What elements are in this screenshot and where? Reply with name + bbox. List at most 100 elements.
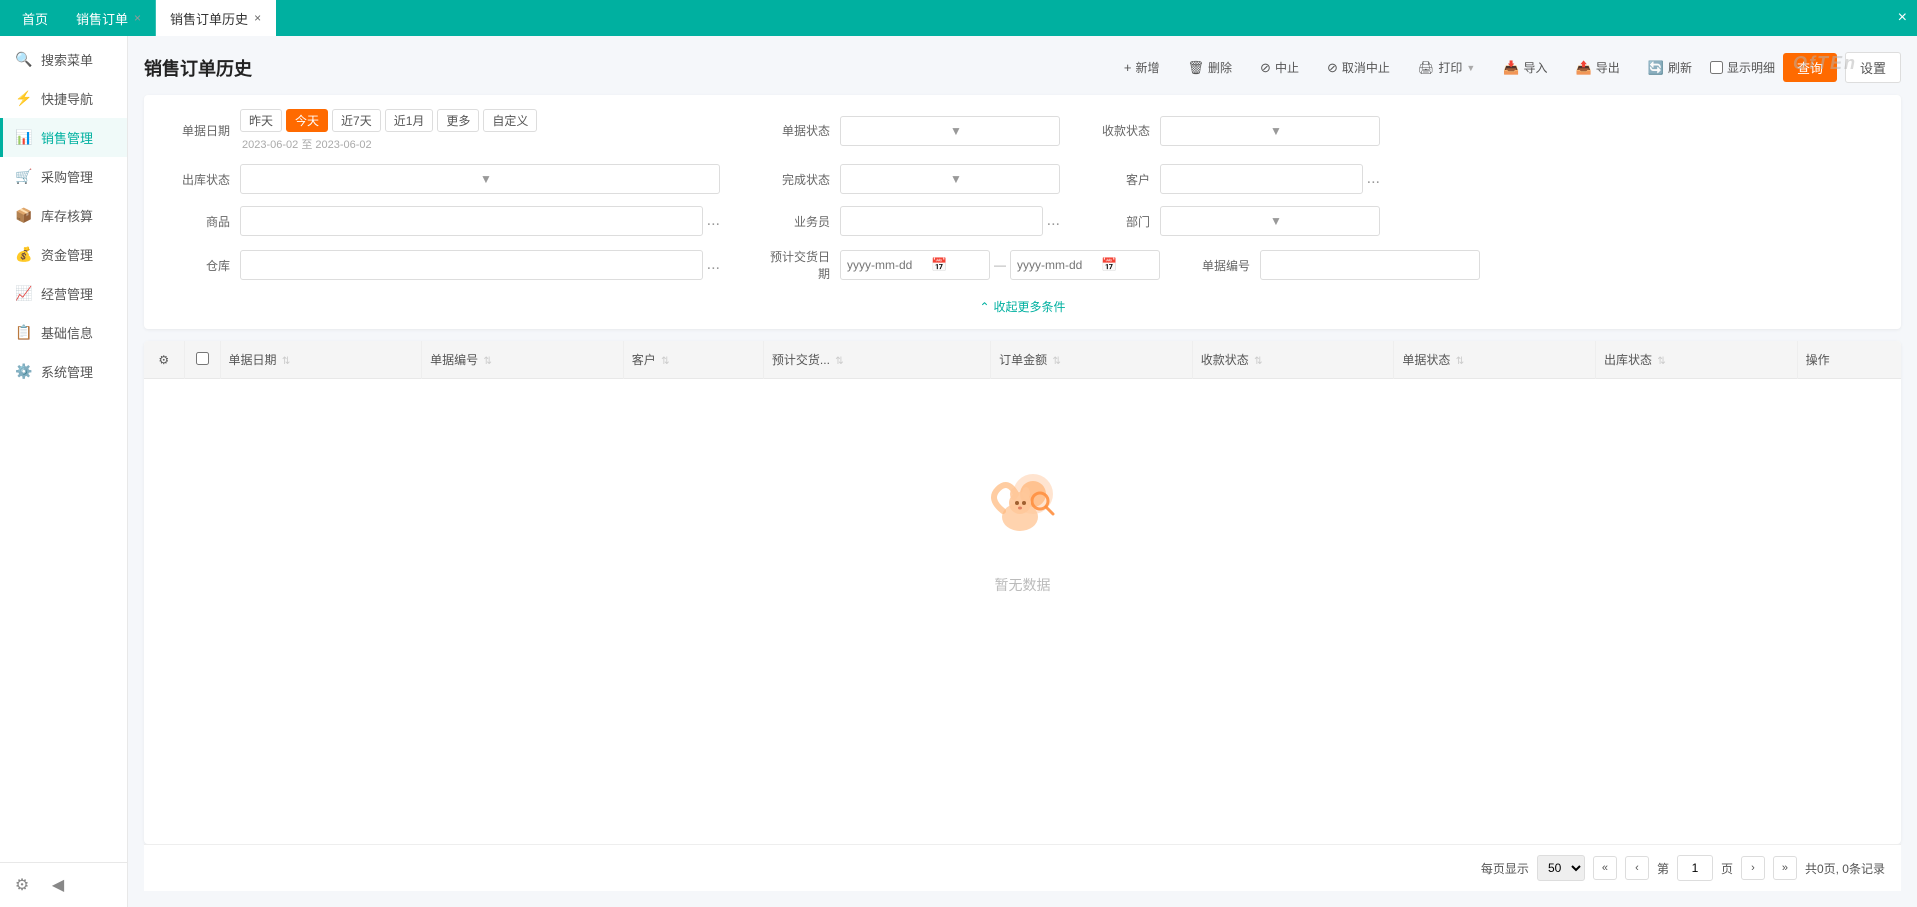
payment-status-sort-icon: ⇅: [1254, 356, 1262, 367]
today-btn[interactable]: 今天: [286, 109, 328, 132]
department-select[interactable]: ▼: [1160, 206, 1380, 236]
print-icon: 🖨: [1418, 60, 1435, 76]
empty-state-cell: 暂无数据: [144, 379, 1901, 676]
import-button[interactable]: 📥 导入: [1493, 54, 1557, 81]
calendar-end-icon: 📅: [1101, 257, 1117, 273]
payment-status-select[interactable]: ▼: [1160, 116, 1380, 146]
window-close-button[interactable]: ×: [1898, 9, 1907, 27]
empty-text: 暂无数据: [995, 575, 1051, 595]
cancel-stop-button[interactable]: ⊘ 取消中止: [1317, 54, 1400, 81]
next-page-button[interactable]: ›: [1741, 856, 1765, 880]
add-button[interactable]: + 新增: [1114, 54, 1170, 81]
tab-sales-order-history[interactable]: 销售订单历史 ×: [156, 0, 276, 36]
warehouse-status-label: 出库状态: [160, 171, 240, 188]
current-page-input[interactable]: [1677, 855, 1713, 881]
page-size-select[interactable]: 50: [1537, 855, 1585, 881]
last7-btn[interactable]: 近7天: [332, 109, 381, 132]
th-checkbox[interactable]: [184, 341, 220, 379]
goods-select[interactable]: [240, 206, 703, 236]
stop-button[interactable]: ⊘ 中止: [1250, 54, 1309, 81]
first-page-button[interactable]: «: [1593, 856, 1617, 880]
data-table-container: ⚙ 单据日期 ⇅ 单据编号 ⇅: [144, 341, 1901, 844]
inventory-icon: 📦: [15, 207, 33, 225]
print-button[interactable]: 🖨 打印 ▼: [1408, 54, 1485, 81]
sidebar-item-search-menu[interactable]: 🔍 搜索菜单: [0, 40, 127, 79]
cancel-stop-icon: ⊘: [1327, 60, 1338, 76]
custom-btn[interactable]: 自定义: [483, 109, 537, 132]
sidebar-item-finance[interactable]: 💰 资金管理: [0, 235, 127, 274]
base-info-icon: 📋: [15, 324, 33, 342]
th-payment-status[interactable]: 收款状态 ⇅: [1192, 341, 1394, 379]
order-status-label: 单据状态: [760, 122, 840, 139]
last-page-button[interactable]: »: [1773, 856, 1797, 880]
empty-illustration: [978, 459, 1068, 549]
calendar-start-icon: 📅: [931, 257, 947, 273]
export-button[interactable]: 📤 导出: [1566, 54, 1630, 81]
settings-button[interactable]: 设置: [1845, 52, 1901, 83]
warehouse-label: 仓库: [160, 257, 240, 274]
order-no-input[interactable]: [1260, 250, 1480, 280]
pagination-bar: 每页显示 50 « ‹ 第 页 › » 共0页, 0条记录: [144, 844, 1901, 891]
th-expected-date[interactable]: 预计交货... ⇅: [763, 341, 990, 379]
settings-icon[interactable]: ⚙: [158, 353, 169, 367]
main-layout: 🔍 搜索菜单 ⚡ 快捷导航 📊 销售管理 🛒 采购管理 📦 库存核算 💰 资金管…: [0, 36, 1917, 907]
expected-date-label: 预计交货日期: [760, 248, 840, 282]
complete-status-select[interactable]: ▼: [840, 164, 1060, 194]
expected-date-end-field[interactable]: [1017, 258, 1097, 272]
collapse-bar[interactable]: ⌃ 收起更多条件: [160, 294, 1885, 315]
complete-status-arrow-icon: ▼: [950, 172, 1051, 186]
sidebar-item-purchase-mgmt[interactable]: 🛒 采购管理: [0, 157, 127, 196]
query-button[interactable]: 查询: [1783, 53, 1837, 82]
tab-sales-order-close[interactable]: ×: [134, 11, 141, 25]
sidebar-collapse-button[interactable]: ◀: [44, 871, 72, 899]
warehouse-status-select[interactable]: ▼: [240, 164, 720, 194]
tab-sales-order[interactable]: 销售订单 ×: [62, 0, 156, 36]
tab-sales-order-history-close[interactable]: ×: [254, 11, 261, 25]
order-status-sort-icon: ⇅: [1456, 356, 1464, 367]
sidebar: 🔍 搜索菜单 ⚡ 快捷导航 📊 销售管理 🛒 采购管理 📦 库存核算 💰 资金管…: [0, 36, 128, 907]
search-menu-icon: 🔍: [15, 51, 33, 69]
tab-home[interactable]: 首页: [8, 9, 62, 28]
delete-button[interactable]: 🗑 删除: [1178, 54, 1243, 81]
goods-more-icon[interactable]: ...: [707, 212, 720, 230]
th-amount[interactable]: 订单金额 ⇅: [991, 341, 1193, 379]
date-sort-icon: ⇅: [282, 356, 290, 367]
order-status-select[interactable]: ▼: [840, 116, 1060, 146]
customer-select[interactable]: [1160, 164, 1363, 194]
refresh-button[interactable]: 🔄 刷新: [1638, 54, 1702, 81]
salesperson-more-icon[interactable]: ...: [1047, 212, 1060, 230]
expected-date-start-input[interactable]: 📅: [840, 250, 990, 280]
th-warehouse-status[interactable]: 出库状态 ⇅: [1596, 341, 1798, 379]
customer-more-icon[interactable]: ...: [1367, 170, 1380, 188]
sidebar-item-sales-mgmt[interactable]: 📊 销售管理: [0, 118, 127, 157]
last1m-btn[interactable]: 近1月: [385, 109, 434, 132]
more-btn[interactable]: 更多: [437, 109, 479, 132]
sidebar-item-base-info[interactable]: 📋 基础信息: [0, 313, 127, 352]
expected-date-sort-icon: ⇅: [835, 356, 843, 367]
add-icon: +: [1124, 60, 1132, 75]
display-detail-checkbox[interactable]: [1710, 61, 1723, 74]
display-detail-checkbox-label[interactable]: 显示明细: [1710, 59, 1775, 76]
table-body: 暂无数据: [144, 379, 1901, 676]
sidebar-item-inventory[interactable]: 📦 库存核算: [0, 196, 127, 235]
th-date[interactable]: 单据日期 ⇅: [220, 341, 422, 379]
sidebar-settings-button[interactable]: ⚙: [8, 871, 36, 899]
salesperson-select[interactable]: [840, 206, 1043, 236]
warehouse-more-icon[interactable]: ...: [707, 256, 720, 274]
prev-page-button[interactable]: ‹: [1625, 856, 1649, 880]
sidebar-item-system-mgmt[interactable]: ⚙️ 系统管理: [0, 352, 127, 391]
th-order-status[interactable]: 单据状态 ⇅: [1394, 341, 1596, 379]
page-size-label: 每页显示: [1481, 860, 1529, 877]
expected-date-start-field[interactable]: [847, 258, 927, 272]
warehouse-status-arrow-icon: ▼: [480, 172, 711, 186]
sidebar-item-operations[interactable]: 📈 经营管理: [0, 274, 127, 313]
warehouse-select[interactable]: [240, 250, 703, 280]
sales-mgmt-icon: 📊: [15, 129, 33, 147]
th-settings[interactable]: ⚙: [144, 341, 184, 379]
expected-date-end-input[interactable]: 📅: [1010, 250, 1160, 280]
th-order-no[interactable]: 单据编号 ⇅: [422, 341, 624, 379]
sidebar-item-quick-nav[interactable]: ⚡ 快捷导航: [0, 79, 127, 118]
th-customer[interactable]: 客户 ⇅: [623, 341, 763, 379]
select-all-checkbox[interactable]: [196, 352, 209, 365]
yesterday-btn[interactable]: 昨天: [240, 109, 282, 132]
